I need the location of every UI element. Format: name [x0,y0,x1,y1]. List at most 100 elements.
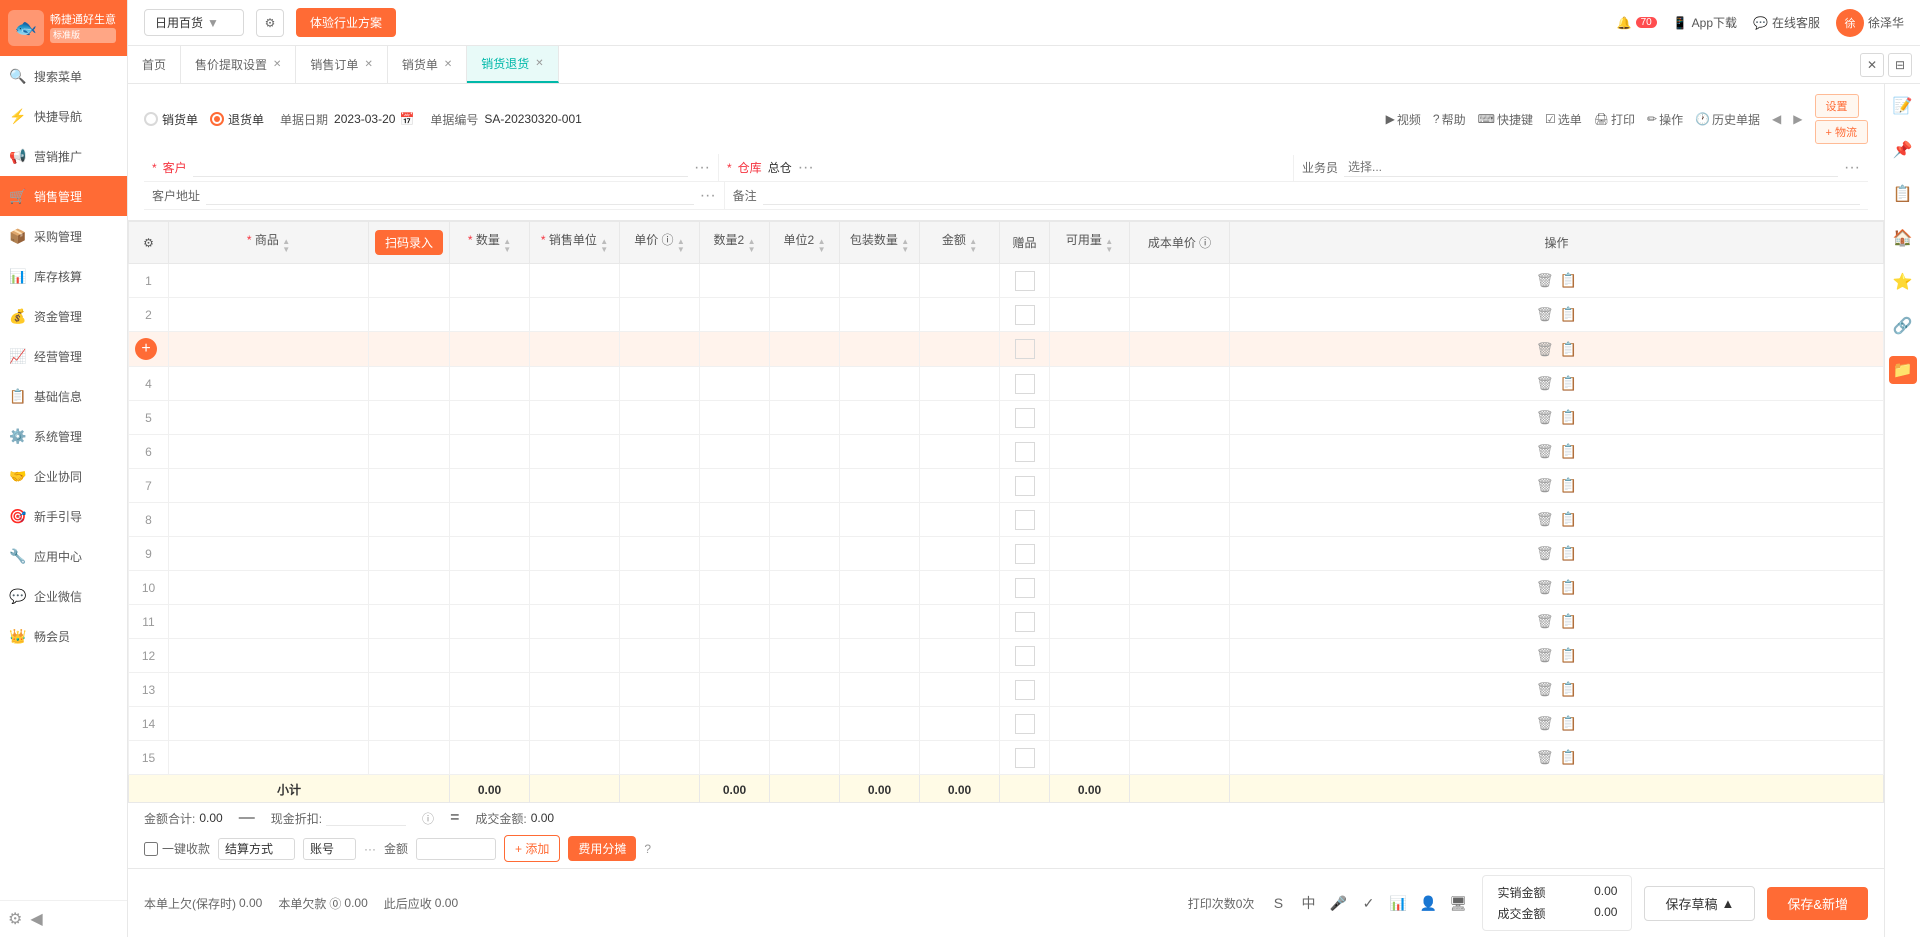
remark-input[interactable] [763,186,1860,205]
product-cell-6[interactable] [169,435,369,469]
close-all-tabs-button[interactable]: ✕ [1860,53,1884,77]
avail-cell-12[interactable] [1050,639,1130,673]
price-cell-13[interactable] [620,673,700,707]
avail-cell-3[interactable] [1050,332,1130,367]
price-cell-11[interactable] [620,605,700,639]
delete-row-8[interactable]: 🗑 [1536,511,1554,528]
copy-row-1[interactable]: 📋 [1560,272,1577,289]
unit2-cell-3[interactable] [770,332,840,367]
sidebar-item-wechat[interactable]: 💬 企业微信 [0,576,127,616]
copy-row-6[interactable]: 📋 [1560,443,1577,460]
gift-cell-9[interactable] [1000,537,1050,571]
qty-cell-3[interactable] [450,332,530,367]
shortcut-action[interactable]: ⌨ 快捷键 [1478,111,1533,128]
gift-cell-4[interactable] [1000,367,1050,401]
sidebar-settings-icon[interactable]: ⚙ [8,909,22,929]
price-cell-8[interactable] [620,503,700,537]
amount-cell-10[interactable] [920,571,1000,605]
qty2-cell-1[interactable] [700,264,770,298]
sidebar-item-enterprise[interactable]: 🤝 企业协同 [0,456,127,496]
copy-row-3[interactable]: 📋 [1560,341,1577,358]
product-cell-11[interactable] [169,605,369,639]
bottom-icon-5[interactable]: 📊 [1386,891,1410,915]
settings-form-btn[interactable]: 设置 [1815,94,1859,118]
gift-checkbox-1[interactable] [1015,271,1035,291]
staff-input[interactable] [1344,158,1838,177]
unit2-cell-10[interactable] [770,571,840,605]
price-cell-5[interactable] [620,401,700,435]
sunit-cell-12[interactable] [530,639,620,673]
gift-checkbox-2[interactable] [1015,305,1035,325]
product-cell-5[interactable] [169,401,369,435]
delete-row-4[interactable]: 🗑 [1536,375,1554,392]
sidebar-item-purchase[interactable]: 📦 采购管理 [0,216,127,256]
qty2-cell-8[interactable] [700,503,770,537]
gift-cell-5[interactable] [1000,401,1050,435]
price-cell-2[interactable] [620,298,700,332]
product-input-12[interactable] [175,649,362,663]
copy-row-10[interactable]: 📋 [1560,579,1577,596]
delete-row-15[interactable]: 🗑 [1536,749,1554,766]
product-input-2[interactable] [175,308,362,322]
sidebar-item-inventory[interactable]: 📊 库存核算 [0,256,127,296]
print-action[interactable]: 🖨 打印 [1594,111,1635,128]
qty2-cell-15[interactable] [700,741,770,775]
right-panel-btn-4[interactable]: 🏠 [1889,224,1917,252]
sunit-cell-15[interactable] [530,741,620,775]
sidebar-collapse-icon[interactable]: ◀ [30,909,42,929]
copy-row-13[interactable]: 📋 [1560,681,1577,698]
qty-cell-7[interactable] [450,469,530,503]
avail-cell-4[interactable] [1050,367,1130,401]
address-lookup-icon[interactable]: ··· [700,187,716,205]
sidebar-item-marketing[interactable]: 📢 营销推广 [0,136,127,176]
amount-cell-11[interactable] [920,605,1000,639]
sunit-cell-1[interactable] [530,264,620,298]
pack-cell-10[interactable] [840,571,920,605]
discount-input[interactable] [326,811,406,826]
sunit-cell-6[interactable] [530,435,620,469]
unit2-cell-2[interactable] [770,298,840,332]
unit2-cell-1[interactable] [770,264,840,298]
experience-button[interactable]: 体验行业方案 [296,8,396,37]
warehouse-lookup-icon[interactable]: ··· [798,159,814,177]
bottom-icon-1[interactable]: S [1266,891,1290,915]
sunit-cell-11[interactable] [530,605,620,639]
qty2-cell-9[interactable] [700,537,770,571]
history-nav-next[interactable]: ▶ [1793,112,1802,126]
qty-cell-11[interactable] [450,605,530,639]
unit2-cell-6[interactable] [770,435,840,469]
product-input-4[interactable] [175,377,362,391]
gift-checkbox-15[interactable] [1015,748,1035,768]
pack-cell-2[interactable] [840,298,920,332]
gift-cell-15[interactable] [1000,741,1050,775]
bottom-icon-4[interactable]: ✓ [1356,891,1380,915]
qty-cell-13[interactable] [450,673,530,707]
staff-lookup-icon[interactable]: ··· [1844,159,1860,177]
header-settings-icon[interactable]: ⚙ [256,9,284,37]
pack-cell-1[interactable] [840,264,920,298]
online-service-link[interactable]: 💬 在线客服 [1753,14,1820,31]
payment-amount-input[interactable] [416,838,496,860]
product-input-13[interactable] [175,683,362,697]
gift-checkbox-7[interactable] [1015,476,1035,496]
product-cell-7[interactable] [169,469,369,503]
bottom-icon-7[interactable]: 🖥 [1446,891,1470,915]
cost-cell-15[interactable] [1130,741,1230,775]
account-dots[interactable]: ··· [364,842,376,856]
amount-cell-6[interactable] [920,435,1000,469]
copy-row-14[interactable]: 📋 [1560,715,1577,732]
pack-cell-3[interactable] [840,332,920,367]
calendar-icon[interactable]: 📅 [399,112,414,126]
product-cell-3[interactable] [169,332,369,367]
gift-cell-10[interactable] [1000,571,1050,605]
gift-checkbox-9[interactable] [1015,544,1035,564]
pack-cell-8[interactable] [840,503,920,537]
one-key-checkbox[interactable] [144,842,158,856]
qty2-cell-5[interactable] [700,401,770,435]
copy-row-8[interactable]: 📋 [1560,511,1577,528]
product-cell-9[interactable] [169,537,369,571]
avail-cell-14[interactable] [1050,707,1130,741]
qty-cell-6[interactable] [450,435,530,469]
amount-cell-2[interactable] [920,298,1000,332]
delete-row-9[interactable]: 🗑 [1536,545,1554,562]
